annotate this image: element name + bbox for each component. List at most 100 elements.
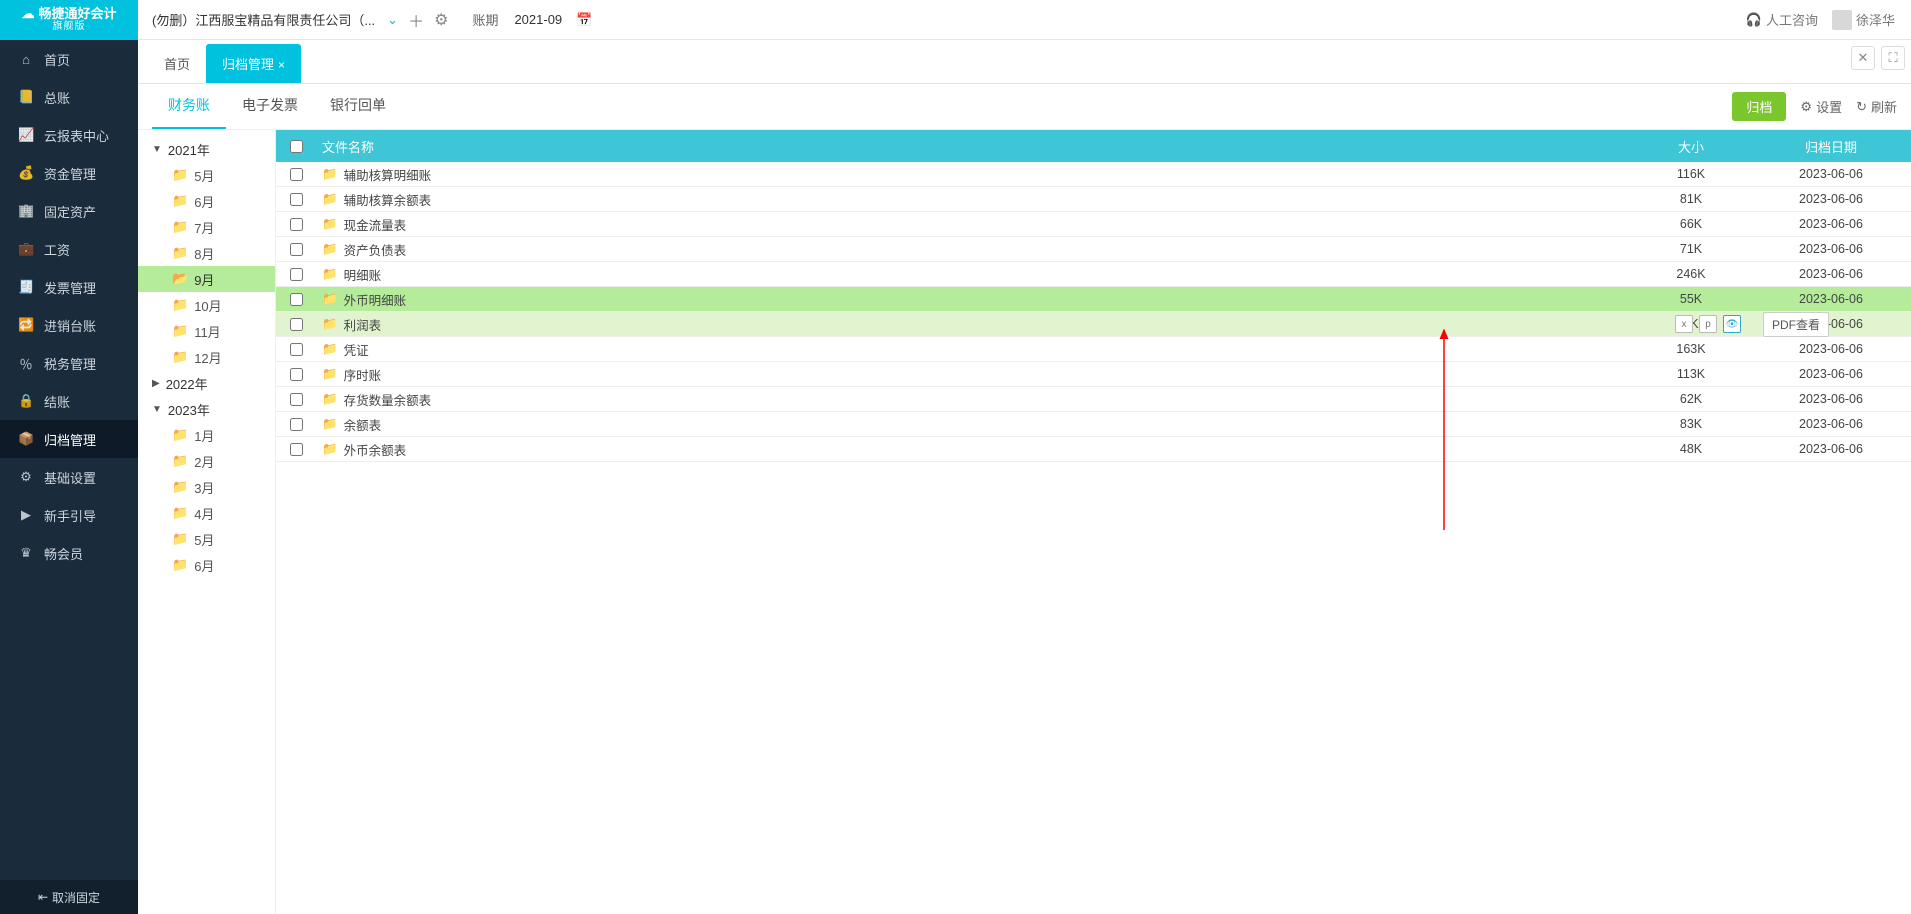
row-checkbox[interactable] (290, 268, 303, 281)
table-row[interactable]: 📁外币余额表48K2023-06-06 (276, 437, 1911, 462)
sidebar-item-8[interactable]: ％税务管理 (0, 344, 138, 382)
sidebar-item-4[interactable]: 🏢固定资产 (0, 192, 138, 230)
sidebar-item-2[interactable]: 📈云报表中心 (0, 116, 138, 154)
sidebar-label: 进销台账 (44, 316, 96, 335)
tree-month[interactable]: 📁6月 (138, 552, 275, 578)
archive-date: 2023-06-06 (1751, 192, 1911, 206)
export-excel-icon[interactable]: x (1675, 315, 1693, 333)
sidebar-item-0[interactable]: ⌂ 首页 (0, 40, 138, 78)
row-checkbox[interactable] (290, 193, 303, 206)
table-row[interactable]: 📁现金流量表66K2023-06-06 (276, 212, 1911, 237)
chevron-down-icon[interactable]: ⌄ (387, 12, 398, 28)
select-all-checkbox[interactable] (290, 140, 303, 153)
row-checkbox[interactable] (290, 443, 303, 456)
sidebar-item-3[interactable]: 💰资金管理 (0, 154, 138, 192)
tree-month[interactable]: 📁2月 (138, 448, 275, 474)
sidebar-item-10[interactable]: 📦归档管理 (0, 420, 138, 458)
refresh-icon: ↻ (1856, 99, 1867, 115)
close-tab-button[interactable]: ✕ (1851, 46, 1875, 70)
period-value[interactable]: 2021-09 (514, 12, 562, 27)
sub-tab-1[interactable]: 电子发票 (226, 83, 314, 129)
fullscreen-button[interactable]: ⛶ (1881, 46, 1905, 70)
archive-date: 2023-06-06 (1751, 342, 1911, 356)
col-name: 文件名称 (316, 137, 1631, 156)
archive-date: 2023-06-06 (1751, 242, 1911, 256)
row-checkbox[interactable] (290, 343, 303, 356)
tree-month[interactable]: 📁11月 (138, 318, 275, 344)
tree-year[interactable]: ▶2022年 (138, 370, 275, 396)
file-name: 资产负债表 (344, 240, 407, 259)
table-row[interactable]: 📁凭证163K2023-06-06 (276, 337, 1911, 362)
sidebar-label: 结账 (44, 392, 70, 411)
sidebar-item-6[interactable]: 🧾发票管理 (0, 268, 138, 306)
table-row[interactable]: 📁明细账246K2023-06-06 (276, 262, 1911, 287)
row-checkbox[interactable] (290, 393, 303, 406)
row-checkbox[interactable] (290, 293, 303, 306)
folder-icon: 📁 (172, 453, 188, 469)
company-selector[interactable]: (勿删）江西服宝精品有限责任公司（... (152, 10, 375, 29)
sub-tab-2[interactable]: 银行回单 (314, 83, 402, 129)
row-checkbox[interactable] (290, 218, 303, 231)
sidebar-item-11[interactable]: ⚙基础设置 (0, 458, 138, 496)
tab-home[interactable]: 首页 (148, 44, 206, 83)
tree-month[interactable]: 📁6月 (138, 188, 275, 214)
sidebar-icon: ⌂ (18, 52, 34, 67)
sidebar-item-9[interactable]: 🔒结账 (0, 382, 138, 420)
sidebar-item-5[interactable]: 💼工资 (0, 230, 138, 268)
tree-month[interactable]: 📂9月 (138, 266, 275, 292)
table-row[interactable]: 📁余额表83K2023-06-06 (276, 412, 1911, 437)
file-size: 55K (1631, 292, 1751, 306)
archive-button[interactable]: 归档 (1732, 92, 1786, 121)
add-icon[interactable]: ＋ (408, 8, 424, 32)
table-row[interactable]: 📁序时账113K2023-06-06 (276, 362, 1911, 387)
row-checkbox[interactable] (290, 243, 303, 256)
tree-month[interactable]: 📁8月 (138, 240, 275, 266)
sidebar-item-1[interactable]: 📒总账 (0, 78, 138, 116)
folder-icon: 📁 (322, 242, 338, 257)
row-checkbox[interactable] (290, 168, 303, 181)
export-pdf-icon[interactable]: p (1699, 315, 1717, 333)
user-menu[interactable]: 徐泽华 (1832, 10, 1895, 30)
table-row[interactable]: 📁外币明细账55K2023-06-06 (276, 287, 1911, 312)
preview-pdf-icon[interactable]: 👁 (1723, 315, 1741, 333)
table-row[interactable]: 📁存货数量余额表62K2023-06-06 (276, 387, 1911, 412)
sidebar-label: 首页 (44, 50, 70, 69)
tree-month[interactable]: 📁7月 (138, 214, 275, 240)
tree-year[interactable]: ▼2021年 (138, 136, 275, 162)
sidebar-item-7[interactable]: 🔁进销台账 (0, 306, 138, 344)
folder-icon: 📁 (172, 167, 188, 183)
tree-month[interactable]: 📁5月 (138, 526, 275, 552)
table-row[interactable]: 📁利润表2K2023-06-06xp👁PDF查看 (276, 312, 1911, 337)
tree-year[interactable]: ▼2023年 (138, 396, 275, 422)
sidebar-item-12[interactable]: ▶新手引导 (0, 496, 138, 534)
sidebar-item-13[interactable]: ♛畅会员 (0, 534, 138, 572)
tree-month[interactable]: 📁4月 (138, 500, 275, 526)
sidebar-icon: ⚙ (18, 469, 34, 485)
close-icon[interactable]: × (278, 58, 285, 72)
period-label: 账期 (472, 10, 498, 29)
calendar-icon[interactable]: 📅 (576, 12, 592, 28)
settings-link[interactable]: ⚙设置 (1800, 97, 1842, 116)
row-checkbox[interactable] (290, 318, 303, 331)
gear-icon[interactable]: ⚙ (434, 10, 448, 30)
sub-tab-0[interactable]: 财务账 (152, 83, 226, 129)
folder-icon: 📁 (172, 349, 188, 365)
row-checkbox[interactable] (290, 418, 303, 431)
top-left: (勿删）江西服宝精品有限责任公司（... ⌄ ＋ ⚙ 账期 2021-09 📅 (138, 8, 592, 32)
row-checkbox[interactable] (290, 368, 303, 381)
sidebar-unpin[interactable]: ⇤取消固定 (0, 880, 138, 914)
folder-icon: 📁 (172, 323, 188, 339)
tab-archive[interactable]: 归档管理× (206, 44, 301, 83)
tree-month[interactable]: 📁1月 (138, 422, 275, 448)
tree-month[interactable]: 📁10月 (138, 292, 275, 318)
folder-icon: 📁 (322, 317, 338, 332)
triangle-down-icon: ▼ (152, 144, 162, 155)
tree-month[interactable]: 📁3月 (138, 474, 275, 500)
table-row[interactable]: 📁辅助核算明细账116K2023-06-06 (276, 162, 1911, 187)
tree-month[interactable]: 📁5月 (138, 162, 275, 188)
table-row[interactable]: 📁资产负债表71K2023-06-06 (276, 237, 1911, 262)
table-row[interactable]: 📁辅助核算余额表81K2023-06-06 (276, 187, 1911, 212)
tree-month[interactable]: 📁12月 (138, 344, 275, 370)
refresh-link[interactable]: ↻刷新 (1856, 97, 1897, 116)
consult-link[interactable]: 🎧人工咨询 (1746, 10, 1818, 29)
